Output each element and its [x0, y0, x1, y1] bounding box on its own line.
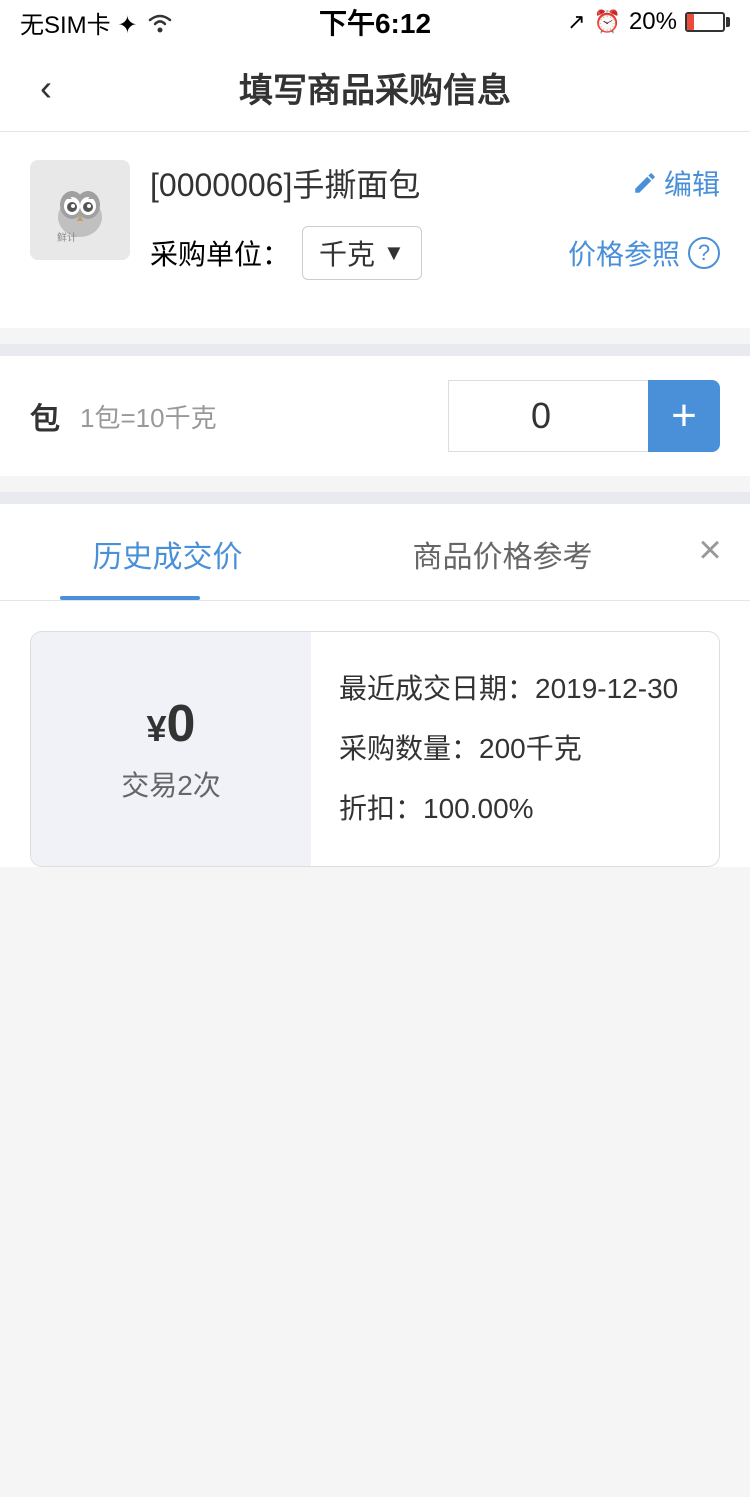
quantity-increment-button[interactable]: +: [648, 380, 720, 452]
purchase-unit-left: 采购单位： 千克 ▼: [150, 226, 422, 280]
transaction-left-panel: ¥0 交易2次: [31, 632, 311, 866]
product-display-name: 手撕面包: [292, 167, 420, 203]
product-id: [0000006]: [150, 167, 292, 203]
tabs-bar: 历史成交价 商品价格参考 ×: [0, 504, 750, 601]
quantity-controls: +: [448, 380, 720, 452]
help-icon: ?: [688, 237, 720, 269]
transaction-card: ¥0 交易2次 最近成交日期：2019-12-30 采购数量：200千克 折扣：…: [30, 631, 720, 867]
back-button[interactable]: ‹: [30, 57, 62, 119]
section-divider: [0, 344, 750, 356]
wifi-icon: [145, 11, 175, 33]
tab-history-price[interactable]: 历史成交价: [0, 504, 335, 600]
unit-value: 千克: [319, 233, 375, 273]
bottom-panel: 历史成交价 商品价格参考 × ¥0 交易2次 最近成交日期：2019-12-30…: [0, 504, 750, 867]
product-thumbnail: 鲜计: [30, 160, 130, 260]
status-bar-left: 无SIM卡 ✦: [20, 5, 175, 40]
svg-text:鲜计: 鲜计: [57, 231, 77, 244]
product-name-row: [0000006]手撕面包 编辑: [150, 160, 720, 206]
unit-dropdown[interactable]: 千克 ▼: [302, 226, 422, 280]
battery-percent: 20%: [629, 8, 677, 36]
quantity-row: 包 1包=10千克 +: [0, 356, 750, 476]
price-reference-button[interactable]: 价格参照 ?: [568, 233, 720, 273]
nav-bar: ‹ 填写商品采购信息: [0, 44, 750, 132]
quantity-conversion-label: 1包=10千克: [80, 398, 217, 435]
edit-icon: [632, 170, 658, 196]
section-divider-2: [0, 492, 750, 504]
tab-underline: [60, 596, 200, 600]
edit-button[interactable]: 编辑: [632, 163, 720, 203]
owl-logo-icon: 鲜计: [45, 175, 115, 245]
product-info: [0000006]手撕面包 编辑 采购单位： 千克 ▼: [150, 160, 720, 280]
page-title: 填写商品采购信息: [239, 63, 511, 112]
quantity-input[interactable]: [448, 380, 648, 452]
main-content-area: [0, 897, 750, 1497]
transaction-price: ¥0: [147, 694, 196, 754]
transaction-discount: 折扣：100.00%: [339, 788, 691, 830]
alarm-icon: ⏰: [594, 9, 621, 35]
quantity-unit-label: 包: [30, 394, 60, 438]
status-bar: 无SIM卡 ✦ 下午6:12 ↗ ⏰ 20%: [0, 0, 750, 44]
product-header: 鲜计 [0000006]手撕面包 编辑 采购单位： 千克: [30, 160, 720, 280]
location-icon: ↗: [567, 9, 585, 35]
transaction-purchase-qty: 采购数量：200千克: [339, 728, 691, 770]
transaction-recent-date: 最近成交日期：2019-12-30: [339, 668, 691, 710]
transaction-right-panel: 最近成交日期：2019-12-30 采购数量：200千克 折扣：100.00%: [311, 632, 719, 866]
purchase-unit-label: 采购单位：: [150, 233, 290, 273]
dropdown-arrow-icon: ▼: [383, 240, 405, 266]
status-bar-right: ↗ ⏰ 20%: [567, 8, 730, 36]
currency-symbol: ¥: [147, 708, 167, 749]
price-ref-label: 价格参照: [568, 233, 680, 273]
tab-product-price-ref[interactable]: 商品价格参考: [335, 504, 670, 600]
status-bar-time: 下午6:12: [319, 2, 431, 42]
transaction-count: 交易2次: [121, 764, 221, 804]
carrier-label: 无SIM卡 ✦: [20, 5, 137, 40]
price-value: 0: [167, 695, 196, 753]
product-card: 鲜计 [0000006]手撕面包 编辑 采购单位： 千克: [0, 132, 750, 328]
tab-close-button[interactable]: ×: [670, 528, 750, 577]
purchase-unit-row: 采购单位： 千克 ▼ 价格参照 ?: [150, 226, 720, 280]
battery-icon: [685, 12, 730, 32]
product-name: [0000006]手撕面包: [150, 160, 420, 206]
